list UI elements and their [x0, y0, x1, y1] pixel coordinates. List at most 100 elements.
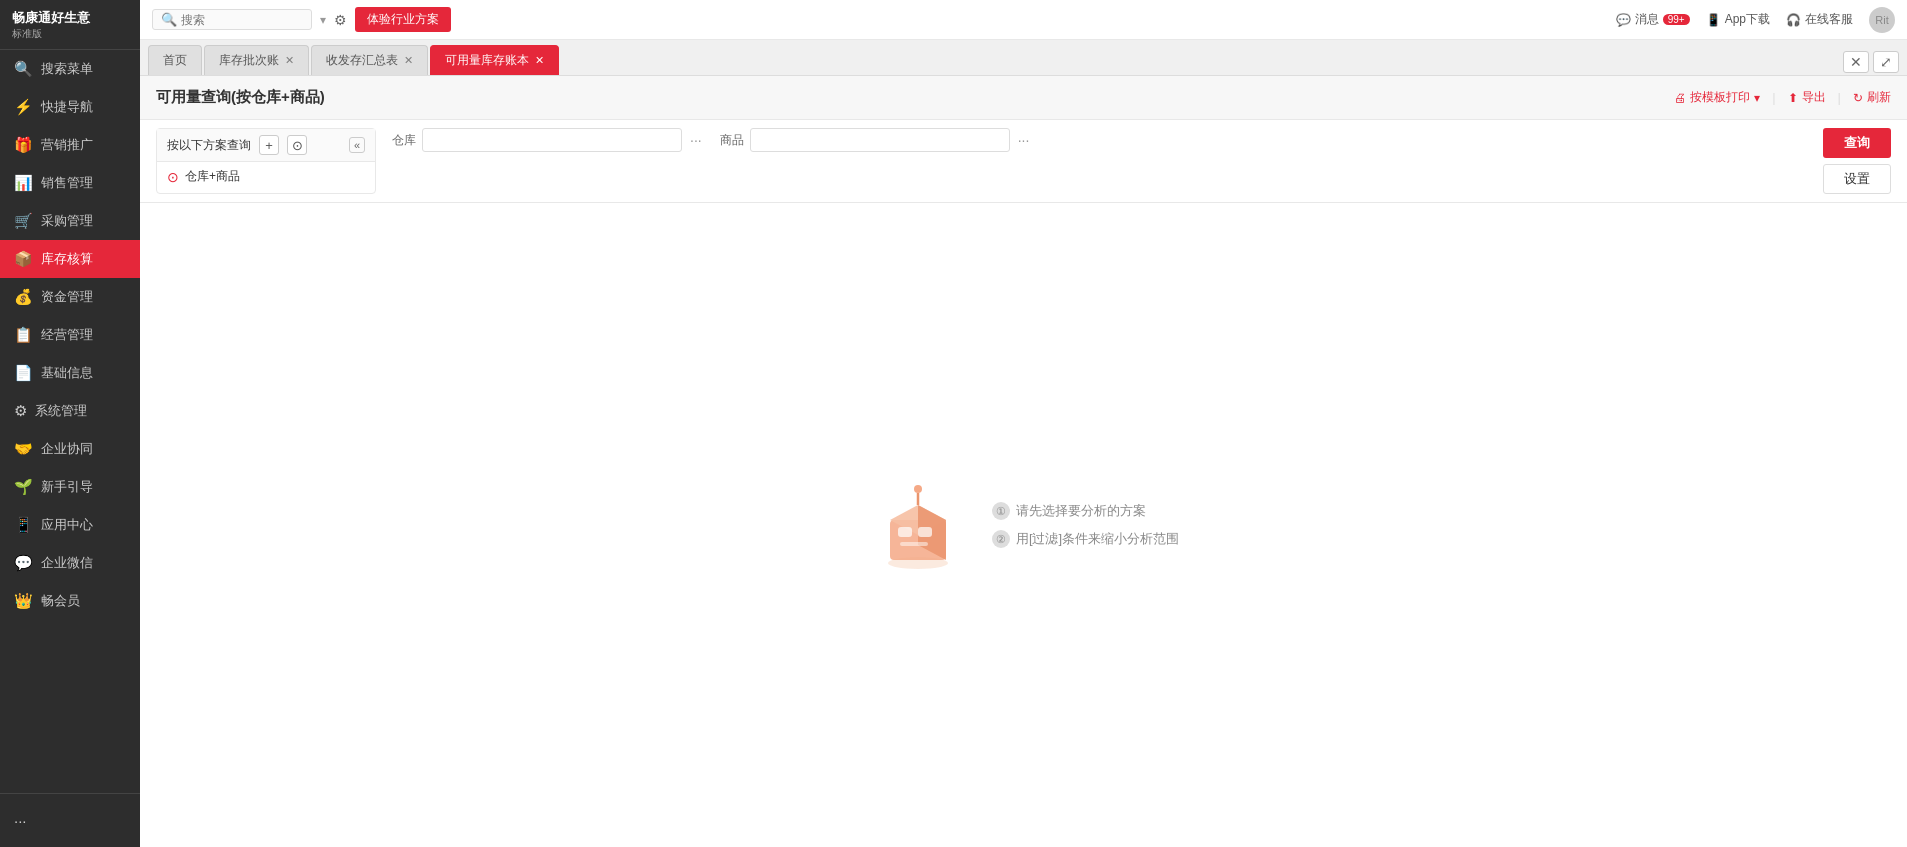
chevron-down-icon[interactable]: ▾	[320, 13, 326, 27]
capital-icon: 💰	[14, 288, 33, 306]
sidebar-item-label: 销售管理	[41, 174, 93, 192]
svg-rect-6	[900, 542, 928, 546]
sidebar-item-inventory[interactable]: 📦库存核算	[0, 240, 140, 278]
scheme-item-icon: ⊙	[167, 169, 179, 185]
gear-icon[interactable]: ⚙	[334, 12, 347, 28]
sidebar-nav: 🔍 搜索菜单 ⚡快捷导航 🎁 营销推广 📊 销售管理 🛒 采购管理 📦库存核算💰资金管理 📋 经营管理…	[0, 50, 140, 793]
export-icon: ⬆	[1788, 91, 1798, 105]
app-download-button[interactable]: 📱 App下载	[1706, 11, 1770, 28]
message-button[interactable]: 💬 消息 99+	[1616, 11, 1690, 28]
scheme-collapse-button[interactable]: «	[349, 137, 365, 153]
tab-available-ledger[interactable]: 可用量库存账本 ✕	[430, 45, 559, 75]
sidebar-item-appcenter[interactable]: 📱应用中心	[0, 506, 140, 544]
topbar: 🔍 ▾ ⚙ 体验行业方案 💬 消息 99+ 📱 App下载 🎧 在线客服 Rit	[140, 0, 1907, 40]
svg-point-8	[914, 485, 922, 493]
sidebar-item-label: 采购管理	[41, 212, 93, 230]
marketing-icon: 🎁	[14, 136, 33, 154]
sidebar-item-more[interactable]: ···	[0, 802, 140, 839]
tab-close-button[interactable]: ✕	[1843, 51, 1869, 73]
purchase-icon: 🛒	[14, 212, 33, 230]
sidebar-item-label: 营销推广	[41, 136, 93, 154]
basic-icon: 📄	[14, 364, 33, 382]
tab-receive-summary-close[interactable]: ✕	[404, 54, 413, 67]
sidebar-item-search[interactable]: 🔍 搜索菜单	[0, 50, 140, 88]
sidebar-item-system[interactable]: ⚙ 系统管理	[0, 392, 140, 430]
sidebar-item-capital[interactable]: 💰资金管理	[0, 278, 140, 316]
scheme-add-button[interactable]: +	[259, 135, 279, 155]
trial-button[interactable]: 体验行业方案	[355, 7, 451, 32]
sidebar: 畅康通好生意 标准版 🔍 搜索菜单 ⚡快捷导航 🎁 营销推广 📊 销售管理 🛒 采购管理 📦库存核…	[0, 0, 140, 847]
message-icon: 💬	[1616, 13, 1631, 27]
tab-home[interactable]: 首页	[148, 45, 202, 75]
scheme-settings-button[interactable]: ⊙	[287, 135, 307, 155]
tab-home-label: 首页	[163, 52, 187, 69]
search-input[interactable]	[181, 13, 301, 27]
empty-icon	[868, 475, 968, 575]
sidebar-item-label: 企业微信	[41, 554, 93, 572]
sidebar-item-operation[interactable]: 📋 经营管理	[0, 316, 140, 354]
hint-num-2: ②	[992, 530, 1010, 548]
tab-batch-account-label: 库存批次账	[219, 52, 279, 69]
sidebar-item-label: 搜索菜单	[41, 60, 93, 78]
warehouse-more-button[interactable]: ···	[688, 130, 704, 150]
tab-receive-summary[interactable]: 收发存汇总表 ✕	[311, 45, 428, 75]
operation-icon: 📋	[14, 326, 33, 344]
tabs-end-buttons: ✕ ⤢	[1843, 51, 1899, 75]
sidebar-item-quicknav[interactable]: ⚡快捷导航	[0, 88, 140, 126]
sidebar-item-sales[interactable]: 📊 销售管理	[0, 164, 140, 202]
tabs-bar: 首页 库存批次账 ✕ 收发存汇总表 ✕ 可用量库存账本 ✕ ✕ ⤢	[140, 40, 1907, 76]
print-button[interactable]: 🖨 按模板打印 ▾	[1674, 89, 1760, 106]
sidebar-item-newbie[interactable]: 🌱新手引导	[0, 468, 140, 506]
export-button[interactable]: ⬆ 导出	[1788, 89, 1826, 106]
enterprise-icon: 🤝	[14, 440, 33, 458]
newbie-icon: 🌱	[14, 478, 33, 496]
empty-state-inner: ① 请先选择要分析的方案 ② 用[过滤]条件来缩小分析范围	[868, 475, 1179, 575]
sidebar-item-label: 快捷导航	[41, 98, 93, 116]
inventory-icon: 📦	[14, 250, 33, 268]
sidebar-item-marketing[interactable]: 🎁 营销推广	[0, 126, 140, 164]
refresh-icon: ↻	[1853, 91, 1863, 105]
topbar-search-box[interactable]: 🔍	[152, 9, 312, 30]
sidebar-item-wechat[interactable]: 💬企业微信	[0, 544, 140, 582]
tab-batch-account-close[interactable]: ✕	[285, 54, 294, 67]
sidebar-item-member[interactable]: 👑畅会员	[0, 582, 140, 620]
search-icon: 🔍	[14, 60, 33, 78]
system-icon: ⚙	[14, 402, 27, 420]
online-service-button[interactable]: 🎧 在线客服	[1786, 11, 1853, 28]
settings-button[interactable]: 设置	[1823, 164, 1891, 194]
scheme-item-warehouse-product[interactable]: ⊙ 仓库+商品	[157, 162, 375, 191]
sidebar-item-purchase[interactable]: 🛒 采购管理	[0, 202, 140, 240]
product-input[interactable]	[750, 128, 1010, 152]
tab-available-ledger-close[interactable]: ✕	[535, 54, 544, 67]
member-icon: 👑	[14, 592, 33, 610]
headset-icon: 🎧	[1786, 13, 1801, 27]
scheme-panel: 按以下方案查询 + ⊙ « ⊙ 仓库+商品	[156, 128, 376, 194]
sales-icon: 📊	[14, 174, 33, 192]
empty-hint-2: ② 用[过滤]条件来缩小分析范围	[992, 530, 1179, 548]
page-title: 可用量查询(按仓库+商品)	[156, 88, 325, 107]
scheme-panel-title: 按以下方案查询	[167, 137, 251, 154]
app-logo: 畅康通好生意 标准版	[0, 0, 140, 50]
sidebar-item-enterprise[interactable]: 🤝企业协同	[0, 430, 140, 468]
refresh-button[interactable]: ↻ 刷新	[1853, 89, 1891, 106]
tab-maximize-button[interactable]: ⤢	[1873, 51, 1899, 73]
sidebar-item-label: 经营管理	[41, 326, 93, 344]
product-more-button[interactable]: ···	[1016, 130, 1032, 150]
page-header-actions: 🖨 按模板打印 ▾ | ⬆ 导出 | ↻ 刷新	[1674, 89, 1891, 106]
query-button[interactable]: 查询	[1823, 128, 1891, 158]
app-subtitle: 标准版	[12, 27, 128, 41]
sidebar-item-label: 系统管理	[35, 402, 87, 420]
sidebar-item-basic[interactable]: 📄基础信息	[0, 354, 140, 392]
tab-batch-account[interactable]: 库存批次账 ✕	[204, 45, 309, 75]
content-area: 可用量查询(按仓库+商品) 🖨 按模板打印 ▾ | ⬆ 导出 | ↻ 刷新	[140, 76, 1907, 847]
page-header: 可用量查询(按仓库+商品) 🖨 按模板打印 ▾ | ⬆ 导出 | ↻ 刷新	[140, 76, 1907, 120]
empty-hint-1: ① 请先选择要分析的方案	[992, 502, 1179, 520]
filter-field-warehouse: 仓库 ···	[392, 128, 704, 152]
more-icon: ···	[14, 812, 27, 829]
hint-num-1: ①	[992, 502, 1010, 520]
warehouse-input[interactable]	[422, 128, 682, 152]
avatar[interactable]: Rit	[1869, 7, 1895, 33]
phone-icon: 📱	[1706, 13, 1721, 27]
print-icon: 🖨	[1674, 91, 1686, 105]
topbar-right: 💬 消息 99+ 📱 App下载 🎧 在线客服 Rit	[1616, 7, 1895, 33]
